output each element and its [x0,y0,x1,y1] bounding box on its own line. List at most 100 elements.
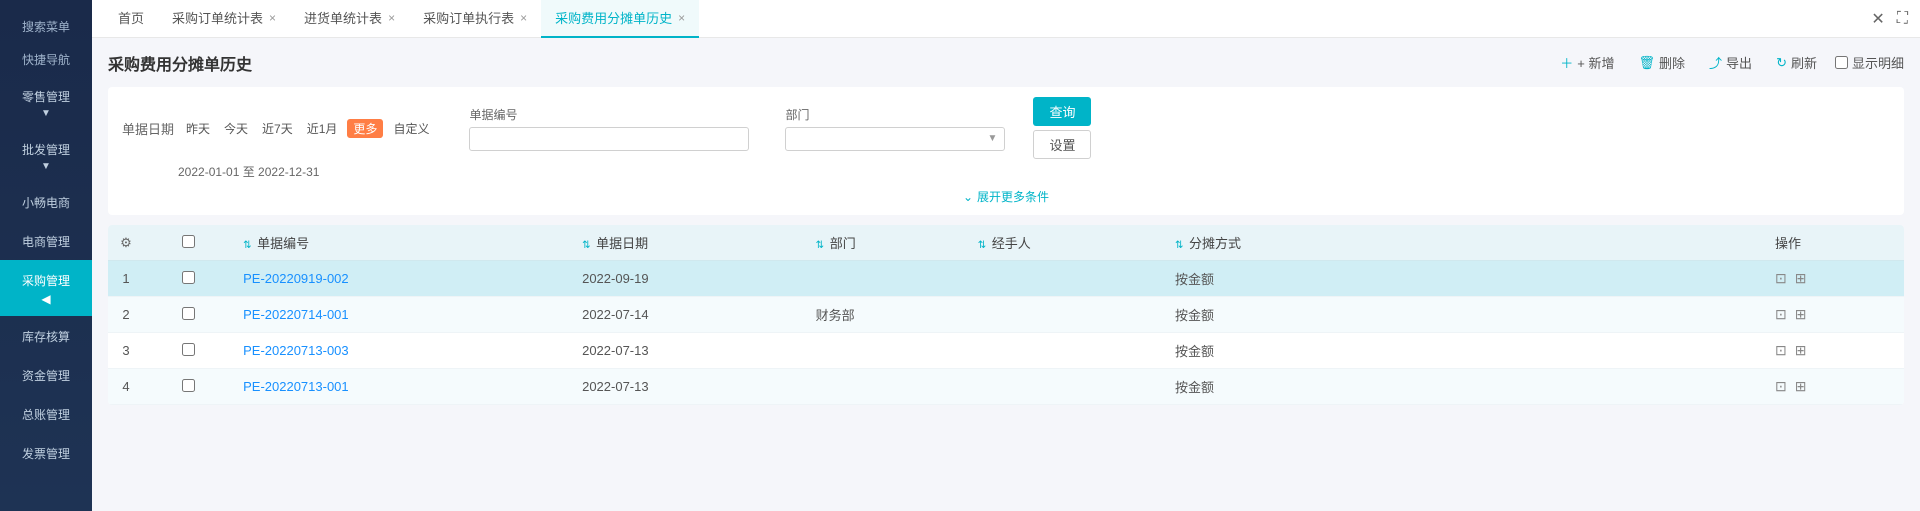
date-sort-icon: ⇅ [582,240,590,251]
row-split-method: 按金额 [1165,333,1765,369]
row-view-icon[interactable]: ⊡ [1775,306,1787,323]
row-edit-icon[interactable]: ⊞ [1795,306,1807,323]
row-doc-number: PE-20220713-003 [233,333,572,369]
row-action: ⊡ ⊞ [1765,261,1904,297]
refresh-label: 刷新 [1791,53,1817,72]
col-action-label: 操作 [1775,236,1801,251]
date-1month-btn[interactable]: 近1月 [303,119,342,138]
export-icon: ⤴ [1709,53,1722,72]
sidebar-item-ledger[interactable]: 总账管理 [0,394,92,433]
show-columns-label: 显示明细 [1852,53,1904,72]
date-custom-btn[interactable]: 自定义 [389,119,433,138]
tab-inbound-stats[interactable]: 进货单统计表 × [290,0,409,38]
row-checkbox-cell [144,261,233,297]
maximize-icon[interactable]: ⛶ [1897,10,1908,28]
dept-input[interactable] [785,127,1005,151]
sidebar-item-finance[interactable]: 资金管理 [0,355,92,394]
doc-number-link[interactable]: PE-20220714-001 [243,307,349,322]
sidebar-item-invoice[interactable]: 发票管理 [0,433,92,472]
sidebar-item-ecommerce[interactable]: 电商管理 [0,221,92,260]
sidebar-item-mini[interactable]: 小畅电商 [0,182,92,221]
expand-more-btn[interactable]: ⌄ 展开更多条件 [963,188,1049,205]
row-edit-icon[interactable]: ⊞ [1795,270,1807,287]
wholesale-label: 批发管理 [22,141,70,158]
date-yesterday-btn[interactable]: 昨天 [182,119,214,138]
row-checkbox[interactable] [182,307,195,320]
sidebar-item-purchase[interactable]: 采购管理 ◀ [0,260,92,316]
col-settings: ⚙ [108,225,144,261]
row-dept [806,333,968,369]
split-method-sort-icon: ⇅ [1175,240,1183,251]
export-button[interactable]: ⤴ 导出 [1703,50,1758,75]
col-split-method: ⇅ 分摊方式 [1165,225,1765,261]
date-more-btn[interactable]: 更多 [347,119,383,138]
row-view-icon[interactable]: ⊡ [1775,342,1787,359]
row-view-icon[interactable]: ⊡ [1775,378,1787,395]
close-tab-inbound-stats[interactable]: × [388,11,395,25]
row-number: 4 [108,369,144,405]
dept-filter: 部门 ▼ [785,106,1005,151]
add-button[interactable]: ＋ + 新增 [1554,50,1620,75]
row-date: 2022-07-13 [572,333,806,369]
row-split-method: 按金额 [1165,297,1765,333]
settings-button[interactable]: 设置 [1033,130,1091,159]
date-today-btn[interactable]: 今天 [220,119,252,138]
sidebar-item-inventory[interactable]: 库存核算 [0,316,92,355]
row-edit-icon[interactable]: ⊞ [1795,342,1807,359]
col-doc-number: ⇅ 单据编号 [233,225,572,261]
add-label: + 新增 [1577,53,1614,72]
row-number: 2 [108,297,144,333]
row-dept: 财务部 [806,297,968,333]
row-checkbox[interactable] [182,379,195,392]
doc-number-link[interactable]: PE-20220713-003 [243,343,349,358]
sidebar-item-wholesale[interactable]: 批发管理 ▼ [0,129,92,182]
retail-arrow: ▼ [41,108,51,119]
row-edit-icon[interactable]: ⊞ [1795,378,1807,395]
export-label: 导出 [1726,53,1752,72]
show-columns-toggle[interactable]: 显示明细 [1835,53,1904,72]
invoice-label: 发票管理 [22,445,70,462]
tab-home[interactable]: 首页 [104,0,158,38]
date-7days-btn[interactable]: 近7天 [258,119,297,138]
row-handler [968,333,1165,369]
row-checkbox[interactable] [182,343,195,356]
sidebar-item-quicknav[interactable]: 快捷导航 [0,43,92,76]
finance-label: 资金管理 [22,367,70,384]
doc-number-link[interactable]: PE-20220919-002 [243,271,349,286]
tab-purchase-order-stats[interactable]: 采购订单统计表 × [158,0,290,38]
refresh-button[interactable]: ↻ 刷新 [1770,50,1823,75]
row-date: 2022-07-13 [572,369,806,405]
tab-purchase-order-exec[interactable]: 采购订单执行表 × [409,0,541,38]
close-tab-purchase-cost-history[interactable]: × [678,11,685,25]
inventory-label: 库存核算 [22,328,70,345]
expand-label: 展开更多条件 [977,188,1049,205]
column-settings-icon[interactable]: ⚙ [120,235,132,250]
query-button[interactable]: 查询 [1033,97,1091,126]
table-row: 2 PE-20220714-001 2022-07-14 财务部 按金额 ⊡ ⊞ [108,297,1904,333]
sidebar-item-retail[interactable]: 零售管理 ▼ [0,76,92,129]
select-all-checkbox[interactable] [182,235,195,248]
delete-icon: 🗑 [1639,55,1656,71]
close-tab-purchase-order-exec[interactable]: × [520,11,527,25]
tab-purchase-cost-history[interactable]: 采购费用分摊单历史 × [541,0,699,38]
show-columns-checkbox[interactable] [1835,56,1848,69]
sidebar-item-search[interactable]: 搜索菜单 [0,8,92,43]
doc-number-input[interactable] [469,127,749,151]
row-date: 2022-07-14 [572,297,806,333]
row-checkbox[interactable] [182,271,195,284]
refresh-icon: ↻ [1776,55,1787,71]
delete-button[interactable]: 🗑 删除 [1633,50,1692,75]
filter-action-buttons: 查询 设置 [1033,97,1091,159]
filter-area: 单据日期 昨天 今天 近7天 近1月 更多 自定义 单据编号 [108,87,1904,215]
main-content: 首页 采购订单统计表 × 进货单统计表 × 采购订单执行表 × 采购费用分摊单历… [92,0,1920,511]
dept-label: 部门 [785,106,1005,123]
close-tab-purchase-order-stats[interactable]: × [269,11,276,25]
data-table-container: ⚙ ⇅ 单据编号 ⇅ 单据日期 [108,225,1904,405]
row-action: ⊡ ⊞ [1765,369,1904,405]
purchase-arrow: ◀ [41,292,50,306]
close-all-tabs-icon[interactable]: ✕ [1871,9,1884,29]
doc-number-link[interactable]: PE-20220713-001 [243,379,349,394]
row-view-icon[interactable]: ⊡ [1775,270,1787,287]
ecommerce-label: 电商管理 [22,233,70,250]
table-row: 1 PE-20220919-002 2022-09-19 按金额 ⊡ ⊞ [108,261,1904,297]
